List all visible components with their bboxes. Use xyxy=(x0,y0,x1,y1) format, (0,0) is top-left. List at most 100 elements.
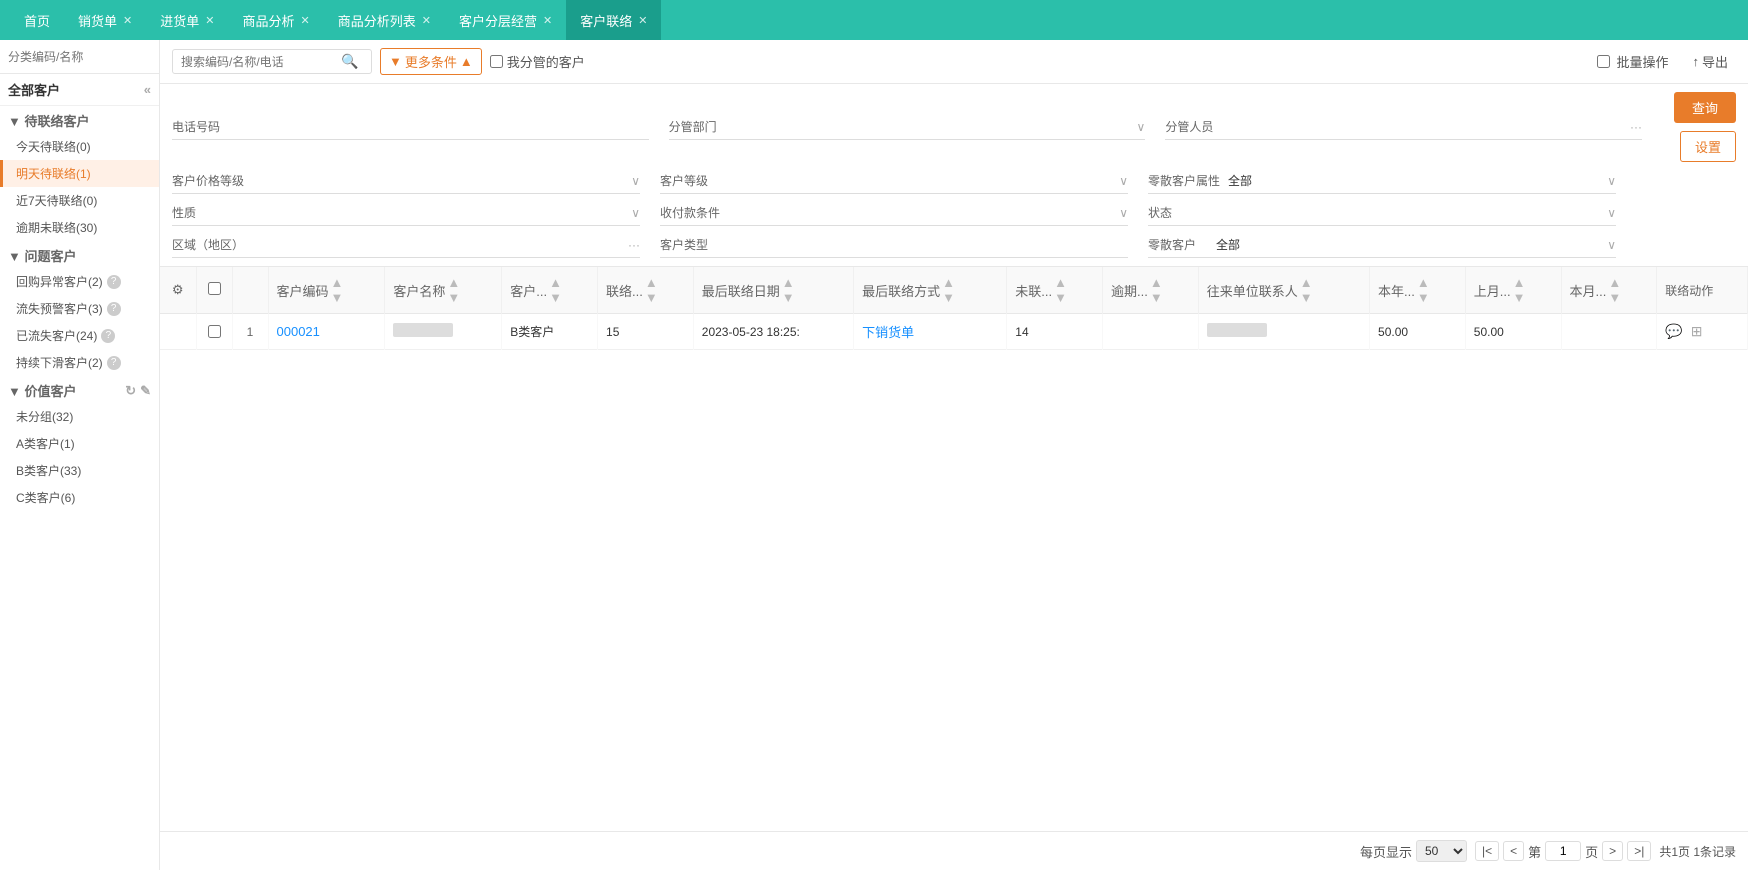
sort-contacts-person[interactable]: 往来单位联系人 ▲▼ xyxy=(1207,275,1313,305)
customer-code-link[interactable]: 000021 xyxy=(277,324,320,339)
sort-customer-code[interactable]: 客户编码 ▲▼ xyxy=(277,275,344,305)
td-last-month: 50.00 xyxy=(1465,314,1561,350)
filter-scatter-attr-arrow[interactable]: ∨ xyxy=(1607,174,1616,188)
sidebar-item-repurchase-abnormal[interactable]: 回购异常客户(2)? xyxy=(0,268,159,295)
nav-product-analysis[interactable]: 商品分析 ✕ xyxy=(228,0,323,40)
nav-close-purchase-order[interactable]: ✕ xyxy=(205,14,214,27)
filter-row-4: 区域（地区） ··· 客户类型 零散客户 全部 ∨ xyxy=(172,232,1736,258)
filter-person-dots[interactable]: ··· xyxy=(1630,120,1642,134)
settings-icon[interactable]: ⚙ xyxy=(172,282,184,297)
nav-close-customer-contact[interactable]: ✕ xyxy=(638,14,647,27)
first-page-btn[interactable]: |< xyxy=(1475,841,1499,861)
nav-customer-contact[interactable]: 客户联络 ✕ xyxy=(566,0,661,40)
select-all-checkbox[interactable] xyxy=(208,282,221,295)
nav-sales-order[interactable]: 销货单 ✕ xyxy=(64,0,146,40)
filter-customer-level-arrow[interactable]: ∨ xyxy=(1119,174,1128,188)
my-customers-checkbox[interactable] xyxy=(490,55,503,68)
sidebar-item-tomorrow[interactable]: 明天待联络(1) xyxy=(0,160,159,187)
th-contacts-person[interactable]: 往来单位联系人 ▲▼ xyxy=(1198,267,1369,314)
filter-status-arrow[interactable]: ∨ xyxy=(1607,206,1616,220)
filter-nature-arrow[interactable]: ∨ xyxy=(631,206,640,220)
grid-icon[interactable]: ⊞ xyxy=(1691,323,1703,340)
per-page-select[interactable]: 50 100 200 xyxy=(1416,840,1467,862)
last-page-btn[interactable]: >| xyxy=(1627,841,1651,861)
nav-close-sales-order[interactable]: ✕ xyxy=(123,14,132,27)
nav-close-product-analysis-list[interactable]: ✕ xyxy=(422,14,431,27)
td-customer-name xyxy=(385,314,502,350)
th-settings[interactable]: ⚙ xyxy=(160,267,196,314)
th-customer-code[interactable]: 客户编码 ▲▼ xyxy=(268,267,385,314)
total-records: 共1页 1条记录 xyxy=(1659,843,1736,860)
nav-purchase-order[interactable]: 进货单 ✕ xyxy=(146,0,228,40)
row-checkbox[interactable] xyxy=(208,325,221,338)
th-overdue[interactable]: 逾期... ▲▼ xyxy=(1103,267,1199,314)
td-customer-code[interactable]: 000021 xyxy=(268,314,385,350)
sort-this-month[interactable]: 本月... ▲▼ xyxy=(1570,275,1622,305)
sidebar-collapse-icon[interactable]: « xyxy=(144,82,151,97)
sidebar-item-7days[interactable]: 近7天待联络(0) xyxy=(0,187,159,214)
filter-payment-arrow[interactable]: ∨ xyxy=(1119,206,1128,220)
sidebar-item-overdue[interactable]: 逾期未联络(30) xyxy=(0,214,159,241)
page-number-input[interactable] xyxy=(1545,841,1581,861)
sort-last-contact-method[interactable]: 最后联络方式 ▲▼ xyxy=(862,275,955,305)
question-icon: ? xyxy=(107,356,121,370)
batch-checkbox[interactable] xyxy=(1597,55,1610,68)
th-contact[interactable]: 联络... ▲▼ xyxy=(598,267,694,314)
sort-contact[interactable]: 联络... ▲▼ xyxy=(606,275,658,305)
sidebar-search-input[interactable] xyxy=(8,50,160,64)
search-icon[interactable]: 🔍 xyxy=(341,53,358,70)
td-customer-type: B类客户 xyxy=(502,314,598,350)
sort-customer-type[interactable]: 客户... ▲▼ xyxy=(510,275,562,305)
th-no-contact[interactable]: 未联... ▲▼ xyxy=(1007,267,1103,314)
next-page-btn[interactable]: > xyxy=(1602,841,1623,861)
filter-phone-label: 电话号码 xyxy=(172,118,232,135)
nav-close-product-analysis[interactable]: ✕ xyxy=(301,14,310,27)
th-last-contact-method[interactable]: 最后联络方式 ▲▼ xyxy=(854,267,1007,314)
sidebar-group-problem[interactable]: ▼ 问题客户 xyxy=(0,241,159,268)
prev-page-btn[interactable]: < xyxy=(1503,841,1524,861)
filter-dept-arrow[interactable]: ∨ xyxy=(1137,120,1146,134)
th-this-year[interactable]: 本年... ▲▼ xyxy=(1370,267,1466,314)
last-contact-method-link[interactable]: 下销货单 xyxy=(862,325,914,340)
nav-home[interactable]: 首页 xyxy=(10,0,64,40)
sidebar-item-lost-pending[interactable]: 流失预警客户(3)? xyxy=(0,295,159,322)
sidebar-item-class-a[interactable]: A类客户(1) xyxy=(0,430,159,457)
comment-icon[interactable]: 💬 xyxy=(1665,323,1682,340)
set-button[interactable]: 设置 xyxy=(1680,131,1736,162)
batch-operation-btn[interactable]: 批量操作 xyxy=(1589,49,1676,74)
th-customer-name[interactable]: 客户名称 ▲▼ xyxy=(385,267,502,314)
sort-last-contact-date[interactable]: 最后联络日期 ▲▼ xyxy=(702,275,795,305)
th-customer-type[interactable]: 客户... ▲▼ xyxy=(502,267,598,314)
sidebar-item-continuous-down[interactable]: 持续下滑客户(2)? xyxy=(0,349,159,376)
sidebar-group-pending-contact[interactable]: ▼ 待联络客户 xyxy=(0,106,159,133)
nav-customer-stratification[interactable]: 客户分层经营 ✕ xyxy=(445,0,566,40)
filter-phone-input[interactable] xyxy=(240,120,649,134)
sort-no-contact[interactable]: 未联... ▲▼ xyxy=(1015,275,1067,305)
sidebar-all-customers[interactable]: 全部客户 « xyxy=(0,74,159,106)
td-last-contact-method[interactable]: 下销货单 xyxy=(854,314,1007,350)
query-button[interactable]: 查询 xyxy=(1674,92,1736,123)
sidebar-group-value[interactable]: ▼ 价值客户 ↻ ✎ xyxy=(0,376,159,403)
th-last-month[interactable]: 上月... ▲▼ xyxy=(1465,267,1561,314)
refresh-icon[interactable]: ↻ xyxy=(125,383,136,399)
sort-customer-name[interactable]: 客户名称 ▲▼ xyxy=(393,275,460,305)
edit-icon[interactable]: ✎ xyxy=(140,383,151,399)
sidebar-item-class-c[interactable]: C类客户(6) xyxy=(0,484,159,511)
search-input[interactable] xyxy=(181,55,341,69)
sidebar-item-class-b[interactable]: B类客户(33) xyxy=(0,457,159,484)
sidebar-item-today[interactable]: 今天待联络(0) xyxy=(0,133,159,160)
sidebar-item-ungrouped[interactable]: 未分组(32) xyxy=(0,403,159,430)
th-this-month[interactable]: 本月... ▲▼ xyxy=(1561,267,1657,314)
filter-scatter-customer-arrow[interactable]: ∨ xyxy=(1607,238,1616,252)
sort-last-month[interactable]: 上月... ▲▼ xyxy=(1474,275,1526,305)
filter-more-btn[interactable]: ▼ 更多条件 ▲ xyxy=(380,48,482,75)
export-btn[interactable]: ↑ 导出 xyxy=(1684,49,1736,74)
sort-this-year[interactable]: 本年... ▲▼ xyxy=(1378,275,1430,305)
nav-product-analysis-list[interactable]: 商品分析列表 ✕ xyxy=(324,0,445,40)
sidebar-item-lost[interactable]: 已流失客户(24)? xyxy=(0,322,159,349)
filter-region-dots[interactable]: ··· xyxy=(628,238,640,252)
th-last-contact-date[interactable]: 最后联络日期 ▲▼ xyxy=(693,267,853,314)
filter-price-level-arrow[interactable]: ∨ xyxy=(631,174,640,188)
nav-close-customer-stratification[interactable]: ✕ xyxy=(543,14,552,27)
sort-overdue[interactable]: 逾期... ▲▼ xyxy=(1111,275,1163,305)
